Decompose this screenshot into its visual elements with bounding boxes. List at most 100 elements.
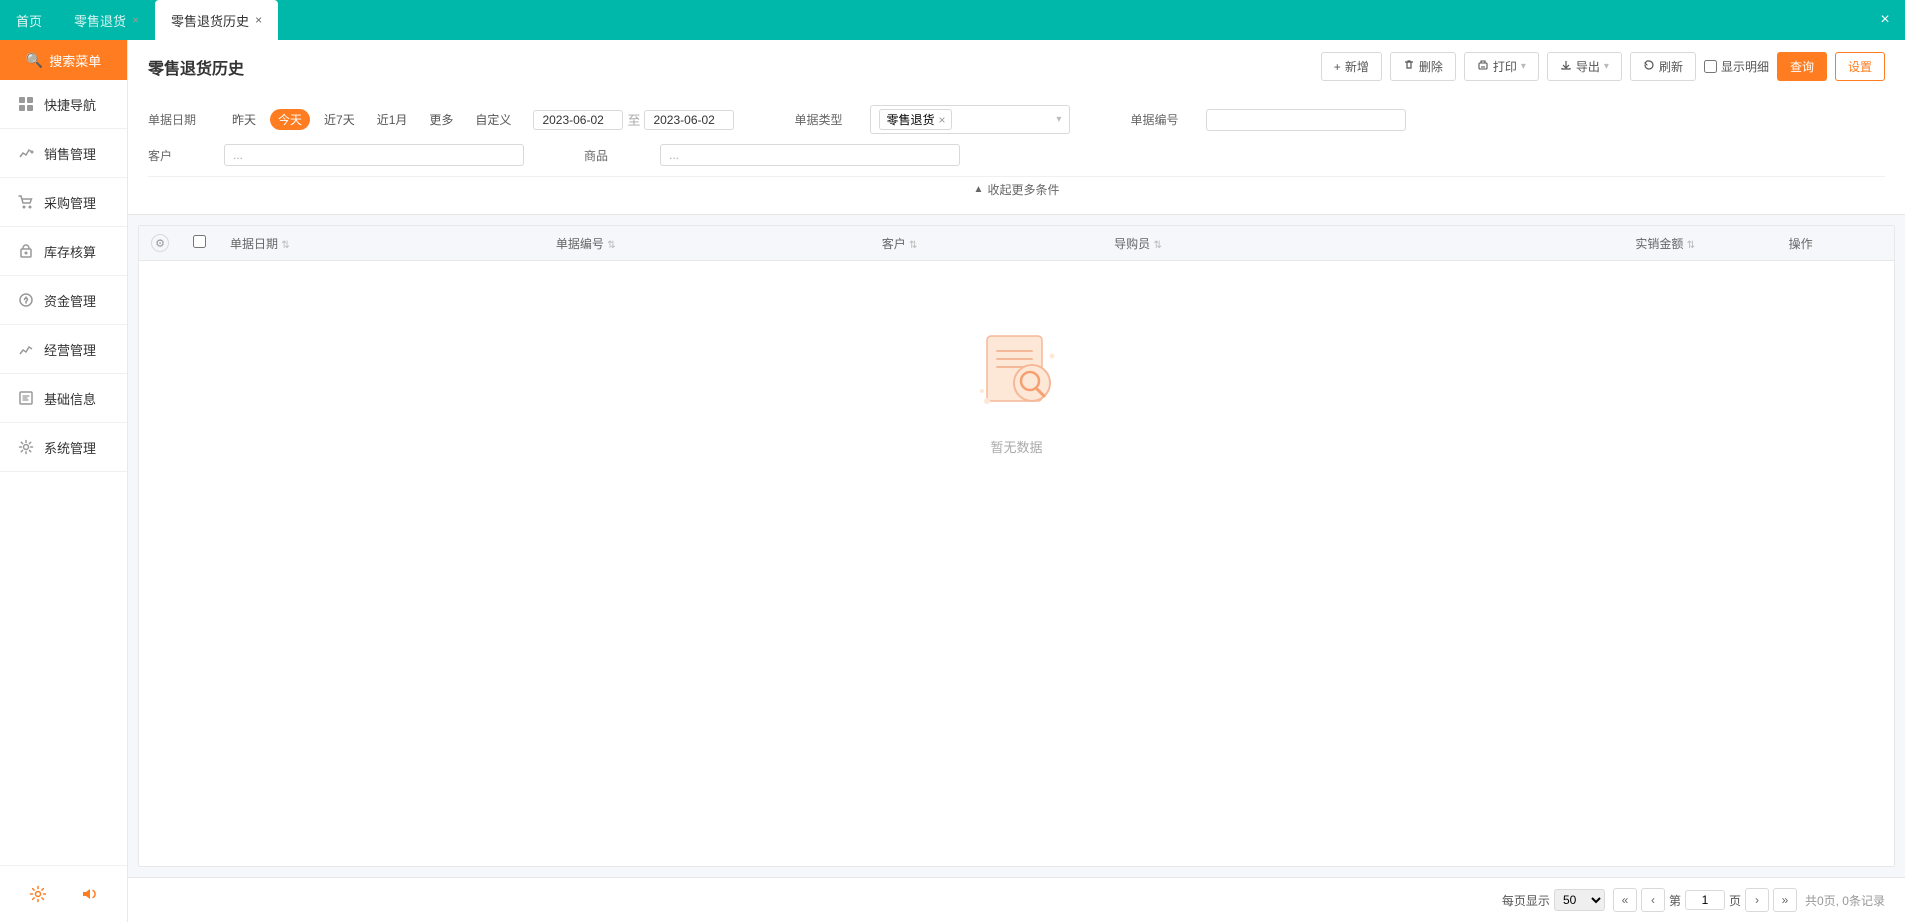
close-window-button[interactable]: ×	[1865, 0, 1905, 40]
tab-retail-return-history-close[interactable]: ×	[255, 13, 262, 27]
sidebar-item-finance[interactable]: 资金管理	[0, 276, 127, 325]
empty-state: 暂无数据	[139, 261, 1894, 516]
filter-row-date: 单据日期 昨天 今天 近7天 近1月 更多 自定义 至	[148, 105, 1885, 134]
sales-icon	[16, 143, 36, 163]
tab-home-label: 首页	[16, 11, 42, 30]
data-table: ⚙ 单据日期 ⇅ 单据编号 ⇅	[139, 226, 1894, 516]
customer-filter-select[interactable]: ...	[224, 144, 524, 166]
display-toggle[interactable]: 显示明细	[1704, 58, 1769, 75]
shortcut-1month[interactable]: 近1月	[369, 109, 416, 130]
page-title-row: 零售退货历史 + 新增 删除	[148, 52, 1885, 81]
type-filter-select[interactable]: 零售退货 × ▾	[870, 105, 1070, 134]
sort-amount-icon[interactable]: ⇅	[1687, 240, 1695, 251]
sidebar-bottom	[0, 865, 127, 922]
collapse-label: 收起更多条件	[987, 181, 1059, 198]
type-filter-remove[interactable]: ×	[938, 113, 945, 127]
sidebar-settings-button[interactable]	[22, 878, 54, 910]
product-filter-select[interactable]: ...	[660, 144, 960, 166]
tab-retail-return[interactable]: 零售退货 ×	[58, 0, 155, 40]
inventory-icon	[16, 241, 36, 261]
type-dropdown-icon: ▾	[1056, 114, 1061, 125]
sidebar-search-label: 搜索菜单	[49, 51, 101, 70]
sort-guide-icon[interactable]: ⇅	[1154, 240, 1162, 251]
toolbar: + 新增 删除 打印 ▾	[1321, 52, 1885, 81]
sidebar-item-quick-nav[interactable]: 快捷导航	[0, 80, 127, 129]
collapse-bar[interactable]: ▲ 收起更多条件	[148, 176, 1885, 202]
delete-label: 删除	[1419, 58, 1443, 75]
shortcut-today[interactable]: 今天	[270, 109, 310, 130]
refresh-button[interactable]: 刷新	[1630, 52, 1696, 81]
col-amount-label: 实销金额	[1635, 237, 1683, 251]
sidebar-item-inventory[interactable]: 库存核算	[0, 227, 127, 276]
sidebar: 🔍 搜索菜单 快捷导航 销售管理 采购管理 库存核算	[0, 40, 128, 922]
sidebar-item-basic-info[interactable]: 基础信息	[0, 374, 127, 423]
shortcut-more[interactable]: 更多	[421, 109, 461, 130]
system-icon	[16, 437, 36, 457]
col-voucher-label: 单据编号	[556, 237, 604, 251]
print-button[interactable]: 打印 ▾	[1464, 52, 1539, 81]
display-toggle-label: 显示明细	[1721, 58, 1769, 75]
settings-button[interactable]: 设置	[1835, 52, 1885, 81]
page-number-input[interactable]	[1685, 890, 1725, 910]
shortcut-yesterday[interactable]: 昨天	[224, 109, 264, 130]
date-to-input[interactable]	[644, 110, 734, 130]
sidebar-item-purchase[interactable]: 采购管理	[0, 178, 127, 227]
sort-voucher-icon[interactable]: ⇅	[607, 240, 615, 251]
sidebar-item-quick-nav-label: 快捷导航	[44, 95, 96, 114]
sidebar-item-system[interactable]: 系统管理	[0, 423, 127, 472]
customer-dots: ...	[233, 148, 243, 162]
settings-label: 设置	[1848, 58, 1872, 75]
refresh-icon	[1643, 59, 1655, 74]
sidebar-item-operation[interactable]: 经营管理	[0, 325, 127, 374]
sort-customer-icon[interactable]: ⇅	[909, 240, 917, 251]
col-date-label: 单据日期	[230, 237, 278, 251]
product-filter-label: 商品	[584, 147, 640, 164]
sidebar-item-sales[interactable]: 销售管理	[0, 129, 127, 178]
col-customer-label: 客户	[882, 237, 906, 251]
tab-list: 首页 零售退货 × 零售退货历史 ×	[0, 0, 1865, 40]
sidebar-search[interactable]: 🔍 搜索菜单	[0, 40, 127, 80]
type-filter-value: 零售退货	[886, 111, 934, 128]
content-area: 零售退货历史 + 新增 删除	[128, 40, 1905, 922]
col-header-settings: ⚙	[139, 226, 181, 261]
sidebar-item-operation-label: 经营管理	[44, 340, 96, 359]
operation-icon	[16, 339, 36, 359]
date-from-input[interactable]	[533, 110, 623, 130]
empty-illustration	[967, 321, 1067, 421]
sidebar-item-basic-info-label: 基础信息	[44, 389, 96, 408]
sidebar-item-finance-label: 资金管理	[44, 291, 96, 310]
tab-retail-return-close[interactable]: ×	[132, 13, 139, 27]
delete-button[interactable]: 删除	[1390, 52, 1456, 81]
tab-retail-return-history-label: 零售退货历史	[171, 11, 249, 30]
sort-date-icon[interactable]: ⇅	[281, 240, 289, 251]
tab-retail-return-history[interactable]: 零售退货历史 ×	[155, 0, 278, 40]
query-button[interactable]: 查询	[1777, 52, 1827, 81]
shortcut-custom[interactable]: 自定义	[467, 109, 519, 130]
pagination-bar: 每页显示 50 100 200 « ‹ 第 页 › » 共0页, 0条记录	[128, 877, 1905, 922]
empty-state-cell: 暂无数据	[139, 261, 1894, 517]
new-button[interactable]: + 新增	[1321, 52, 1382, 81]
table-settings-btn[interactable]: ⚙	[151, 234, 169, 252]
page-prefix: 第	[1669, 892, 1681, 909]
page-size-dropdown[interactable]: 50 100 200	[1554, 889, 1605, 911]
tab-home[interactable]: 首页	[0, 0, 58, 40]
col-header-guide: 导购员 ⇅	[1102, 226, 1381, 261]
select-all-checkbox[interactable]	[193, 235, 206, 248]
voucher-filter-label: 单据编号	[1130, 111, 1186, 128]
date-range-separator: 至	[627, 110, 640, 129]
page-size-label: 每页显示	[1502, 892, 1550, 909]
page-size-select: 每页显示 50 100 200	[1502, 889, 1605, 911]
display-toggle-checkbox[interactable]	[1704, 60, 1717, 73]
shortcut-7days[interactable]: 近7天	[316, 109, 363, 130]
table-area: ⚙ 单据日期 ⇅ 单据编号 ⇅	[138, 225, 1895, 867]
last-page-button[interactable]: »	[1773, 888, 1797, 912]
prev-page-button[interactable]: ‹	[1641, 888, 1665, 912]
export-button[interactable]: 导出 ▾	[1547, 52, 1622, 81]
customer-filter-label: 客户	[148, 147, 204, 164]
voucher-filter-input[interactable]	[1206, 109, 1406, 131]
next-page-button[interactable]: ›	[1745, 888, 1769, 912]
sidebar-volume-button[interactable]	[73, 878, 105, 910]
first-page-button[interactable]: «	[1613, 888, 1637, 912]
filter-row-customer: 客户 ... 商品 ...	[148, 144, 1885, 166]
col-header-amount: 实销金额 ⇅	[1381, 226, 1707, 261]
